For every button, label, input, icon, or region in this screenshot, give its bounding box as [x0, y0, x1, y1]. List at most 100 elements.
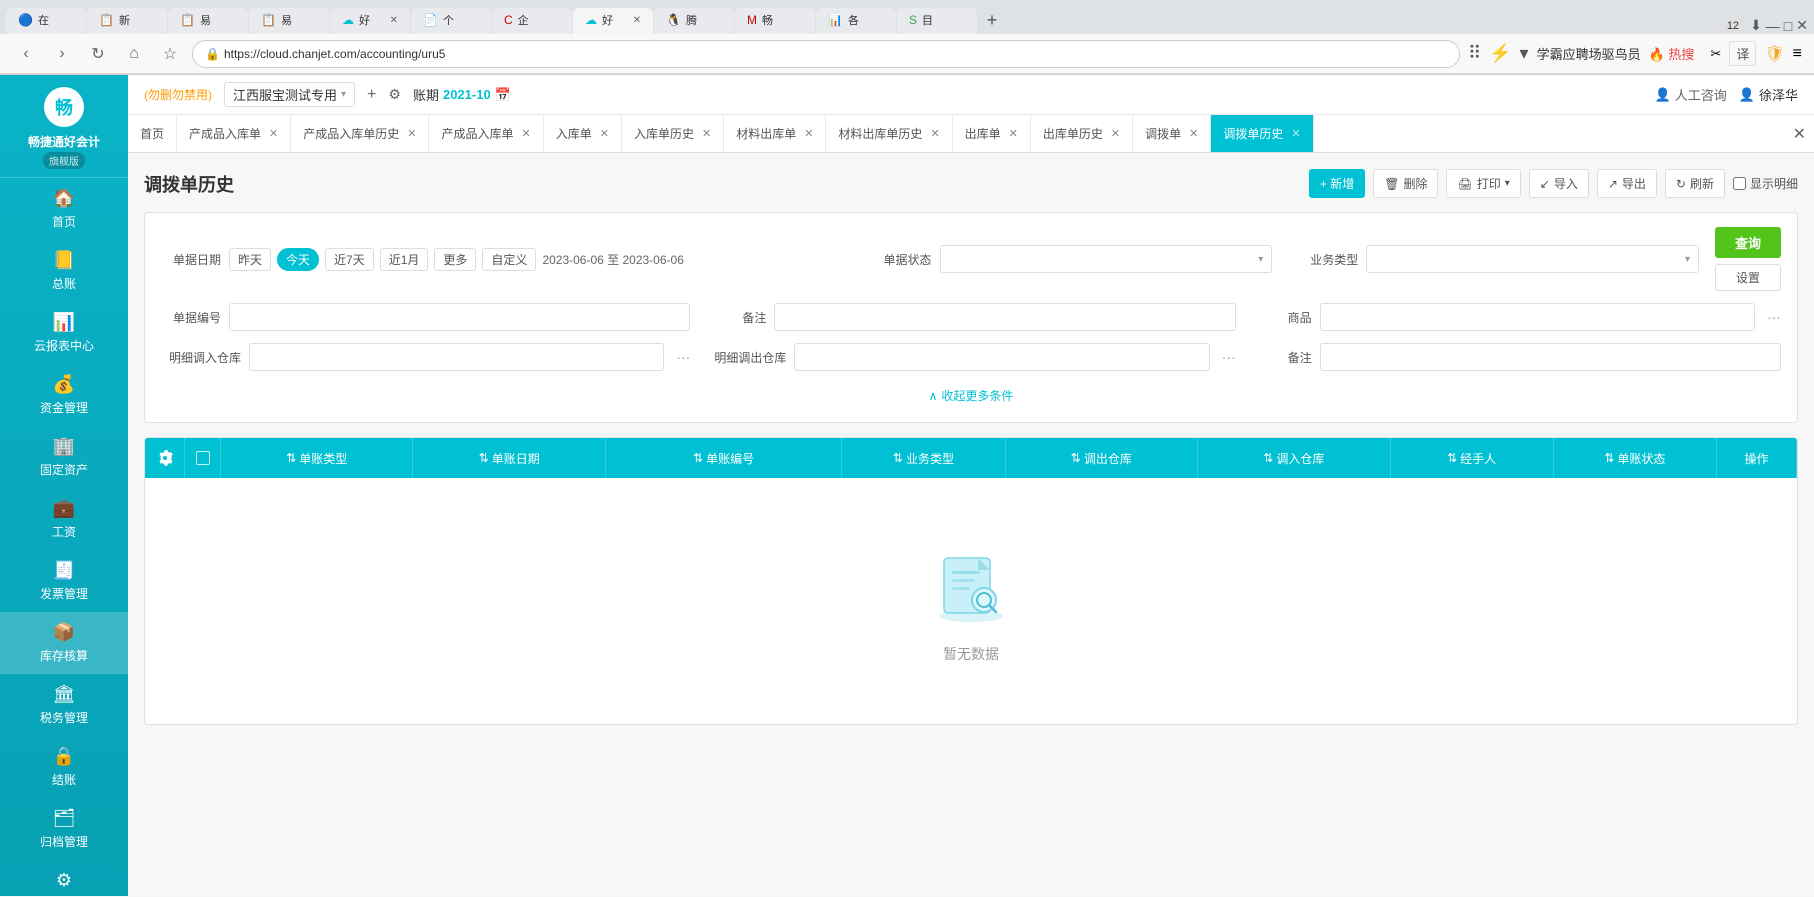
btab-close-8[interactable]: ✕ — [633, 15, 641, 26]
export-button[interactable]: ↗ 导出 — [1597, 169, 1657, 198]
page-tab-3-close[interactable]: ✕ — [522, 127, 531, 140]
page-tab-7[interactable]: 材料出库单历史 ✕ — [826, 115, 952, 153]
query-button[interactable]: 查询 — [1715, 227, 1781, 258]
goods-input[interactable] — [1320, 303, 1755, 331]
detail-in-input[interactable] — [249, 343, 664, 371]
page-tab-4[interactable]: 入库单 ✕ — [544, 115, 622, 153]
page-tab-home[interactable]: 首页 — [128, 115, 177, 153]
status-filter-select[interactable]: ▾ — [940, 245, 1273, 273]
page-tab-1[interactable]: 产成品入库单 ✕ — [177, 115, 291, 153]
close-icon[interactable]: ✕ — [1796, 17, 1808, 34]
reload-button[interactable]: ↻ — [84, 40, 112, 68]
page-tab-1-close[interactable]: ✕ — [269, 127, 278, 140]
page-tab-8-close[interactable]: ✕ — [1009, 127, 1018, 140]
collapse-conditions-btn[interactable]: ∧ 收起更多条件 — [929, 383, 1014, 408]
th-settings[interactable] — [145, 438, 185, 478]
page-tab-5[interactable]: 入库单历史 ✕ — [622, 115, 724, 153]
print-button[interactable]: 🖨 打印 ▾ — [1446, 169, 1520, 198]
th-date[interactable]: ⇅ 单账日期 — [413, 438, 605, 478]
show-fields-checkbox[interactable] — [1733, 177, 1746, 190]
date-btn-1month[interactable]: 近1月 — [380, 248, 429, 271]
browser-tab-2[interactable]: 📋 新 — [87, 8, 167, 34]
browser-tab-11[interactable]: 📊 各 — [816, 8, 896, 34]
remark-input[interactable] — [774, 303, 1235, 331]
goods-picker-btn[interactable]: ··· — [1767, 309, 1781, 325]
back-button[interactable]: ‹ — [12, 40, 40, 68]
new-button[interactable]: + 新增 — [1309, 169, 1365, 198]
delete-button[interactable]: 🗑 删除 — [1373, 169, 1438, 198]
sidebar-item-settings[interactable]: ⚙ 基础设置 — [0, 860, 128, 896]
biz-select-box[interactable]: ▾ — [1366, 245, 1699, 273]
status-select-box[interactable]: ▾ — [940, 245, 1273, 273]
biz-filter-select[interactable]: ▾ — [1366, 245, 1699, 273]
sidebar-item-home[interactable]: 🏠 首页 — [0, 178, 128, 240]
company-selector[interactable]: 江西服宝测试专用 ▾ — [224, 82, 355, 107]
docnum-input[interactable] — [229, 303, 690, 331]
page-tab-4-close[interactable]: ✕ — [600, 127, 609, 140]
translate-icon[interactable]: 译 — [1729, 41, 1756, 66]
th-check[interactable] — [185, 438, 221, 478]
lightning-icon[interactable]: ⚡ — [1489, 43, 1511, 64]
page-tab-8[interactable]: 出库单 ✕ — [953, 115, 1031, 153]
home-button[interactable]: ⌂ — [120, 40, 148, 68]
date-btn-7days[interactable]: 近7天 — [325, 248, 374, 271]
sidebar-item-closing[interactable]: 🔒 结账 — [0, 736, 128, 798]
th-biz[interactable]: ⇅ 业务类型 — [842, 438, 1005, 478]
page-tab-9-close[interactable]: ✕ — [1111, 127, 1120, 140]
browser-tab-12[interactable]: S 目 — [897, 8, 977, 34]
forward-button[interactable]: › — [48, 40, 76, 68]
sidebar-item-invoice[interactable]: 🧾 发票管理 — [0, 550, 128, 612]
sidebar-item-inventory[interactable]: 📦 库存核算 — [0, 612, 128, 674]
detail-out-input[interactable] — [794, 343, 1209, 371]
th-num[interactable]: ⇅ 单账编号 — [606, 438, 842, 478]
tab-count-badge[interactable]: 12 — [1720, 19, 1746, 33]
browser-tab-10[interactable]: M 畅 — [735, 8, 815, 34]
apps-icon[interactable]: ⠿ — [1468, 43, 1481, 64]
minimize-icon[interactable]: — — [1766, 18, 1780, 34]
remark2-input[interactable] — [1320, 343, 1781, 371]
sidebar-item-archive[interactable]: 🗂 归档管理 — [0, 798, 128, 860]
page-tab-6-close[interactable]: ✕ — [804, 127, 813, 140]
sidebar-item-reports[interactable]: 📊 云报表中心 — [0, 302, 128, 364]
add-company-btn[interactable]: + — [367, 86, 376, 104]
page-tab-7-close[interactable]: ✕ — [930, 127, 939, 140]
date-btn-custom[interactable]: 自定义 — [482, 248, 536, 271]
period-selector[interactable]: 账期 2021-10 📅 — [413, 85, 511, 104]
star-button[interactable]: ☆ — [156, 40, 184, 68]
menu-icon[interactable]: ≡ — [1793, 45, 1802, 63]
page-tab-3[interactable]: 产成品入库单 ✕ — [429, 115, 543, 153]
settings-button[interactable]: 设置 — [1715, 264, 1781, 291]
page-tab-11[interactable]: 调拨单历史 ✕ — [1211, 115, 1313, 153]
detail-in-picker-btn[interactable]: ··· — [676, 349, 690, 365]
page-tab-5-close[interactable]: ✕ — [702, 127, 711, 140]
new-tab-button[interactable]: + — [978, 6, 1006, 34]
sidebar-item-salary[interactable]: 💼 工资 — [0, 488, 128, 550]
sidebar-item-tax[interactable]: 🏛 税务管理 — [0, 674, 128, 736]
th-type[interactable]: ⇅ 单账类型 — [221, 438, 413, 478]
date-btn-yesterday[interactable]: 昨天 — [229, 248, 271, 271]
browser-tab-9[interactable]: 🐧 腾 — [654, 8, 734, 34]
sidebar-item-ledger[interactable]: 📒 总账 — [0, 240, 128, 302]
th-status[interactable]: ⇅ 单账状态 — [1554, 438, 1717, 478]
page-tab-2[interactable]: 产成品入库单历史 ✕ — [291, 115, 429, 153]
th-handler[interactable]: ⇅ 经手人 — [1391, 438, 1554, 478]
user-button[interactable]: 👤 徐泽华 — [1739, 85, 1798, 104]
browser-tab-5[interactable]: ☁ 好 ✕ — [330, 8, 410, 34]
browser-tab-8[interactable]: ☁ 好 ✕ — [573, 8, 653, 34]
company-settings-icon[interactable]: ⚙ — [388, 86, 401, 103]
service-button[interactable]: 👤 人工咨询 — [1655, 85, 1727, 104]
btab-close-5[interactable]: ✕ — [390, 15, 398, 26]
page-tab-10[interactable]: 调拨单 ✕ — [1133, 115, 1211, 153]
sidebar-item-funds[interactable]: 💰 资金管理 — [0, 364, 128, 426]
page-tab-2-close[interactable]: ✕ — [407, 127, 416, 140]
page-tab-10-close[interactable]: ✕ — [1189, 127, 1198, 140]
select-all-checkbox[interactable] — [196, 451, 210, 465]
refresh-button[interactable]: ↻ 刷新 — [1665, 169, 1725, 198]
date-btn-today[interactable]: 今天 — [277, 248, 319, 271]
browser-tab-1[interactable]: 🔵 在 — [6, 8, 86, 34]
import-button[interactable]: ↙ 导入 — [1529, 169, 1589, 198]
tab-collapse-btn[interactable]: ✕ — [1793, 124, 1814, 144]
page-tab-6[interactable]: 材料出库单 ✕ — [724, 115, 826, 153]
sidebar-item-assets[interactable]: 🏢 固定资产 — [0, 426, 128, 488]
search-bar-text[interactable]: 学霸应聘场驱鸟员 — [1537, 44, 1641, 63]
